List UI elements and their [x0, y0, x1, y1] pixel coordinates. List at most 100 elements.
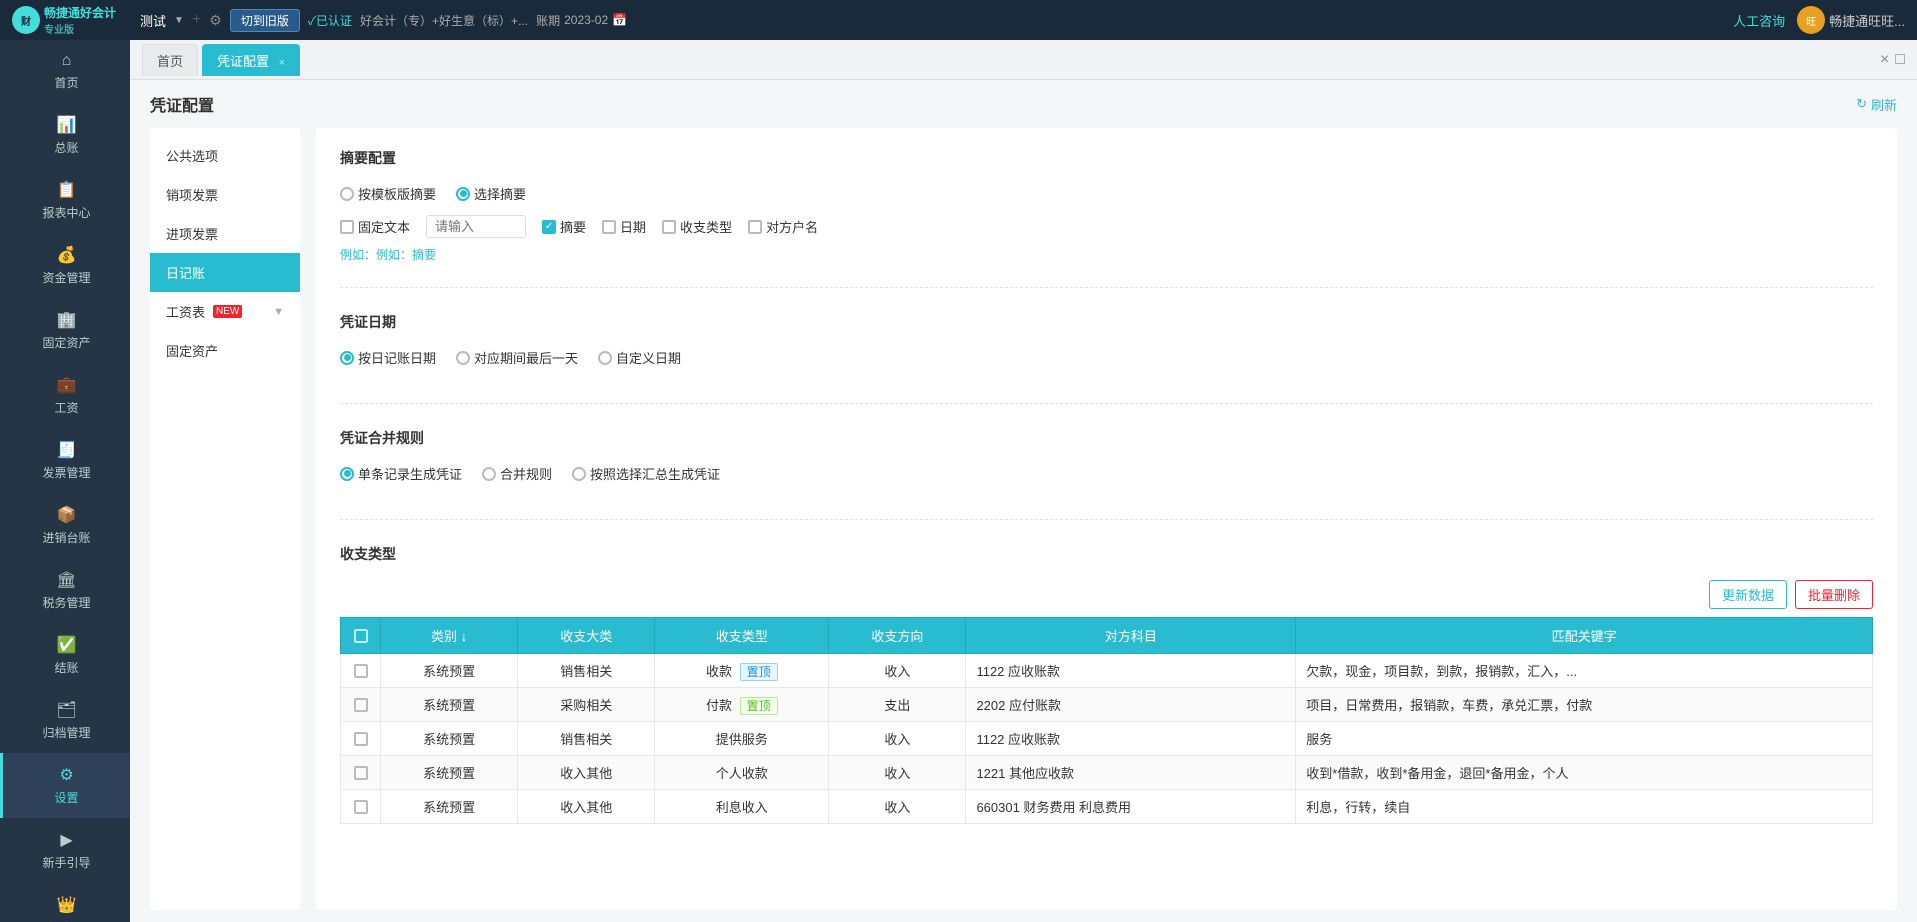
consult-button[interactable]: 人工咨询	[1733, 11, 1785, 30]
archive-icon: 🗂	[56, 700, 76, 720]
summary-section: 摘要配置 按模板版摘要 选择摘要	[340, 148, 1873, 288]
radio-template-summary[interactable]: 按模板版摘要	[340, 184, 436, 203]
left-nav-fixed-assets[interactable]: 固定资产	[150, 331, 300, 370]
td-checkbox[interactable]	[341, 688, 381, 722]
salary-icon: 💼	[57, 375, 77, 395]
table-row: 系统预置 销售相关 提供服务 收入 1122 应收账款 服务	[341, 722, 1873, 756]
sidebar-item-funds[interactable]: 💰 资金管理	[0, 233, 130, 298]
sidebar-item-archive[interactable]: 🗂 归档管理	[0, 688, 130, 753]
checkbox-summary[interactable]: ✓ 摘要	[542, 217, 586, 236]
page-content: 凭证配置 ↻ 刷新 公共选项 销项发票 进项发票	[130, 80, 1917, 922]
tab-voucher-config[interactable]: 凭证配置 ×	[202, 44, 300, 76]
table-row: 系统预置 收入其他 利息收入 收入 660301 财务费用 利息费用 利息，行转…	[341, 790, 1873, 824]
td-keywords: 收到*借款，收到*备用金，退回*备用金，个人	[1296, 756, 1873, 790]
update-data-button[interactable]: 更新数据	[1709, 580, 1787, 609]
tag-top-green: 置顶	[740, 697, 778, 715]
radio-journal-date-circle	[340, 351, 354, 365]
td-category: 系统预置	[381, 688, 518, 722]
sidebar-item-home[interactable]: ⌂ 首页	[0, 40, 130, 103]
th-checkbox[interactable]	[341, 618, 381, 654]
switch-version-button[interactable]: 切到旧版	[230, 9, 300, 32]
td-type: 利息收入	[655, 790, 829, 824]
left-nav-public[interactable]: 公共选项	[150, 136, 300, 175]
td-checkbox[interactable]	[341, 654, 381, 688]
tab-close-icon[interactable]: ×	[279, 57, 285, 69]
tab-home[interactable]: 首页	[142, 44, 198, 76]
date-radio-group: 按日记账日期 对应期间最后一天 自定义日期	[340, 348, 1873, 367]
radio-circle-checked	[456, 187, 470, 201]
income-expense-table: 类别 ↓ 收支大类 收支类型 收支方向 对方科目 匹配关键字	[340, 617, 1873, 824]
sidebar-item-tax[interactable]: 🏛 税务管理	[0, 558, 130, 623]
td-direction: 收入	[829, 756, 966, 790]
user-menu[interactable]: 旺 畅捷通旺旺...	[1797, 6, 1905, 34]
radio-single-record[interactable]: 单条记录生成凭证	[340, 464, 462, 483]
tab-actions: × □	[1880, 51, 1917, 69]
checkbox-fixed-text[interactable]: 固定文本	[340, 217, 410, 236]
radio-summary-generate[interactable]: 按照选择汇总生成凭证	[572, 464, 720, 483]
new-badge: NEW	[213, 305, 242, 318]
period-info: 账期 2023-02 📅	[536, 12, 627, 29]
fixed-text-input[interactable]	[426, 215, 526, 238]
checkbox-date[interactable]: 日期	[602, 217, 646, 236]
sidebar-item-label: 设置	[54, 789, 78, 806]
sidebar-item-salary[interactable]: 💼 工资	[0, 363, 130, 428]
sidebar-item-ledger[interactable]: 📊 总账	[0, 103, 130, 168]
left-nav-purchase[interactable]: 进项发票	[150, 214, 300, 253]
td-major: 收入其他	[518, 790, 655, 824]
income-expense-section: 收支类型 更新数据 批量删除 类别 ↓ 收支大类 收支类	[340, 544, 1873, 824]
batch-delete-button[interactable]: 批量删除	[1795, 580, 1873, 609]
checkbox-income-type[interactable]: 收支类型	[662, 217, 732, 236]
table-actions: 更新数据 批量删除	[340, 580, 1873, 609]
th-subject: 对方科目	[966, 618, 1296, 654]
user-avatar: 旺	[1797, 6, 1825, 34]
invoice-icon: 🧾	[57, 440, 77, 460]
td-category: 系统预置	[381, 790, 518, 824]
reports-icon: 📋	[57, 180, 77, 200]
guide-icon: ▶	[60, 830, 72, 850]
left-nav-salary[interactable]: 工资表 NEW ▼	[150, 292, 300, 331]
tab-maximize-button[interactable]: □	[1895, 51, 1905, 69]
th-keywords: 匹配关键字	[1296, 618, 1873, 654]
th-direction: 收支方向	[829, 618, 966, 654]
sidebar-item-close-account[interactable]: ✅ 结账	[0, 623, 130, 688]
td-checkbox[interactable]	[341, 756, 381, 790]
radio-journal-date[interactable]: 按日记账日期	[340, 348, 436, 367]
left-nav-sales[interactable]: 销项发票	[150, 175, 300, 214]
sidebar-item-invoice[interactable]: 🧾 发票管理	[0, 428, 130, 493]
dropdown-arrow-icon[interactable]: ▼	[174, 15, 184, 26]
table-row: 系统预置 采购相关 付款 置顶 支出 2202 应付账款 项目，日常费用，报销款…	[341, 688, 1873, 722]
sidebar-item-member[interactable]: 👑 畅会员	[0, 883, 130, 922]
td-checkbox[interactable]	[341, 722, 381, 756]
content-with-nav: 公共选项 销项发票 进项发票 日记账 工资表 NEW ▼	[130, 116, 1917, 922]
content-area: 首页 凭证配置 × × □ 凭证配置 ↻ 刷新	[130, 40, 1917, 922]
table-row: 系统预置 销售相关 收款 置顶 收入 1122 应收账款 欠款，现金，项目款，到…	[341, 654, 1873, 688]
sidebar-item-guide[interactable]: ▶ 新手引导	[0, 818, 130, 883]
add-icon[interactable]: +	[192, 11, 201, 29]
calendar-icon[interactable]: 📅	[612, 13, 627, 27]
radio-custom-date[interactable]: 自定义日期	[598, 348, 681, 367]
refresh-button[interactable]: ↻ 刷新	[1856, 95, 1897, 114]
settings-icon[interactable]: ⚙	[209, 12, 222, 29]
td-checkbox[interactable]	[341, 790, 381, 824]
right-content: 摘要配置 按模板版摘要 选择摘要	[316, 128, 1897, 910]
close-account-icon: ✅	[57, 635, 77, 655]
radio-single-circle	[340, 467, 354, 481]
radio-select-summary[interactable]: 选择摘要	[456, 184, 526, 203]
td-major: 收入其他	[518, 756, 655, 790]
sidebar-item-settings[interactable]: ⚙ 设置	[0, 753, 130, 818]
sidebar-item-label: 首页	[54, 74, 78, 91]
merge-section-title: 凭证合并规则	[340, 428, 1873, 448]
tab-minimize-button[interactable]: ×	[1880, 51, 1889, 69]
td-type: 提供服务	[655, 722, 829, 756]
sidebar-item-reports[interactable]: 📋 报表中心	[0, 168, 130, 233]
radio-period-last-day[interactable]: 对应期间最后一天	[456, 348, 578, 367]
left-nav-journal[interactable]: 日记账	[150, 253, 300, 292]
checkbox-counterparty[interactable]: 对方户名	[748, 217, 818, 236]
radio-merge-rule[interactable]: 合并规则	[482, 464, 552, 483]
certified-badge: ✓已认证	[308, 12, 352, 29]
tag-top: 置顶	[740, 663, 778, 681]
sidebar-item-label: 归档管理	[42, 724, 90, 741]
sidebar-item-inventory[interactable]: 📦 进销台账	[0, 493, 130, 558]
td-keywords: 项目，日常费用，报销款，车费，承兑汇票，付款	[1296, 688, 1873, 722]
sidebar-item-assets[interactable]: 🏢 固定资产	[0, 298, 130, 363]
